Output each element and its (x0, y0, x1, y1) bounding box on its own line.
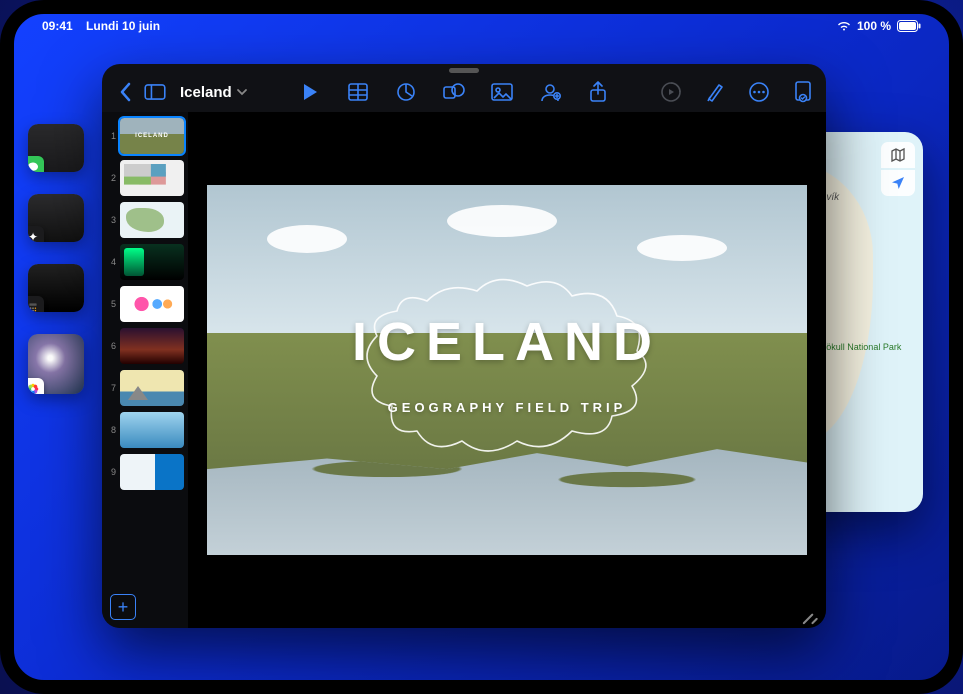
slide-thumb-1[interactable]: 1 ICELAND (106, 118, 184, 154)
animate-button[interactable] (660, 81, 682, 103)
collaborate-button[interactable] (539, 81, 561, 103)
insert-chart-button[interactable] (395, 81, 417, 103)
maps-controls (881, 142, 915, 196)
photos-icon (28, 378, 44, 394)
stage-item-photos[interactable] (28, 334, 84, 394)
format-button[interactable] (704, 81, 726, 103)
insert-image-button[interactable] (491, 81, 513, 103)
slide-thumb-7[interactable]: 7 (106, 370, 184, 406)
slide-subtitle[interactable]: GEOGRAPHY FIELD TRIP (207, 400, 807, 415)
sidebar-toggle-button[interactable] (144, 81, 166, 103)
slide-navigator[interactable]: 1 ICELAND 2 3 4 5 (102, 112, 188, 628)
window-resize-handle[interactable] (802, 604, 820, 622)
play-button[interactable] (299, 81, 321, 103)
add-slide-button[interactable]: + (110, 594, 136, 620)
stage-item-messages[interactable] (28, 124, 84, 172)
insert-table-button[interactable] (347, 81, 369, 103)
messages-icon (28, 156, 44, 172)
app-icon: ✦ (28, 226, 44, 242)
status-time: 09:41 (42, 19, 73, 33)
slide-title[interactable]: ICELAND (207, 311, 807, 373)
slide-canvas-area[interactable]: ICELAND GEOGRAPHY FIELD TRIP (188, 112, 826, 628)
stage-item-widgets[interactable]: ✦ (28, 194, 84, 242)
slide-thumb-3[interactable]: 3 (106, 202, 184, 238)
wifi-icon (837, 21, 851, 31)
slide-thumb-9[interactable]: 9 (106, 454, 184, 490)
status-date: Lundi 10 juin (86, 19, 160, 33)
share-button[interactable] (587, 81, 609, 103)
document-settings-button[interactable] (792, 81, 814, 103)
back-button[interactable] (114, 81, 136, 103)
status-right: 100 % (837, 19, 921, 33)
maps-mode-button[interactable] (881, 142, 915, 168)
slide-thumb-5[interactable]: 5 (106, 286, 184, 322)
maps-locate-button[interactable] (881, 170, 915, 196)
window-grab-handle[interactable] (449, 68, 479, 73)
slide-thumb-2[interactable]: 2 (106, 160, 184, 196)
calculator-icon (28, 296, 44, 312)
insert-shape-button[interactable] (443, 81, 465, 103)
document-title[interactable]: Iceland (180, 84, 248, 101)
slide-canvas[interactable]: ICELAND GEOGRAPHY FIELD TRIP (207, 185, 807, 555)
more-button[interactable] (748, 81, 770, 103)
stage-item-calculator[interactable] (28, 264, 84, 312)
stage-manager-strip: ✦ (22, 124, 90, 610)
chevron-down-icon (236, 86, 248, 98)
battery-icon (897, 20, 921, 32)
ipad-frame: 09:41 Lundi 10 juin 100 % ✦ (0, 0, 963, 694)
status-battery-text: 100 % (857, 19, 891, 33)
slide-thumb-8[interactable]: 8 (106, 412, 184, 448)
slide-thumb-6[interactable]: 6 (106, 328, 184, 364)
keynote-window: Iceland (102, 64, 826, 628)
status-left: 09:41 Lundi 10 juin (42, 19, 160, 33)
slide-thumb-4[interactable]: 4 (106, 244, 184, 280)
status-bar: 09:41 Lundi 10 juin 100 % (14, 14, 949, 38)
